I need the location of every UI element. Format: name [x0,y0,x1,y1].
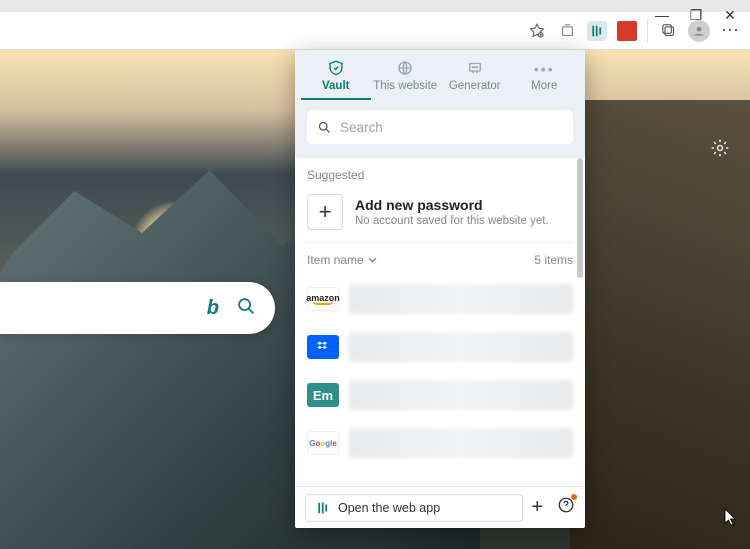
list-item[interactable]: Google [307,419,573,467]
popup-tab-bar: Vault This website Generator ••• More [295,50,585,100]
red-extension-icon[interactable] [617,21,637,41]
footer-add-button[interactable]: + [531,496,543,519]
tab-vault[interactable]: Vault [301,54,371,100]
tab-generator[interactable]: Generator [440,54,510,100]
help-button[interactable] [557,496,575,519]
sort-label: Item name [307,253,364,267]
tab-this-website-label: This website [373,80,437,92]
bing-logo-icon: b [207,297,219,320]
add-new-password-row[interactable]: + Add new password No account saved for … [307,190,573,243]
tab-this-website[interactable]: This website [371,54,441,100]
redacted-credential [349,380,573,410]
bing-search-bar[interactable]: b [0,282,275,334]
redacted-credential [349,428,573,458]
collections-icon[interactable] [557,21,577,41]
tab-more[interactable]: ••• More [510,56,580,100]
search-icon [317,120,332,135]
list-item[interactable] [307,323,573,371]
google-icon: Google [307,431,339,455]
tab-generator-label: Generator [449,80,501,92]
amazon-icon: amazon [307,287,339,311]
tab-vault-label: Vault [322,80,349,92]
popup-body: Suggested + Add new password No account … [295,158,585,486]
favorites-star-icon[interactable] [527,21,547,41]
tab-more-label: More [531,80,557,92]
search-icon[interactable] [235,295,257,322]
notification-dot-icon [571,494,577,500]
item-count: 5 items [534,253,573,267]
suggested-header: Suggested [307,158,573,190]
password-manager-popup: Vault This website Generator ••• More Su… [295,50,585,528]
open-web-app-label: Open the web app [338,501,440,515]
toolbar-separator [647,20,648,42]
open-web-app-button[interactable]: Open the web app [305,494,523,522]
more-dots-icon: ••• [534,61,555,77]
plus-icon: + [307,194,343,230]
mouse-cursor [724,508,738,531]
chevron-down-icon [368,257,377,263]
page-settings-gear-icon[interactable] [710,138,730,163]
popup-footer: Open the web app + [295,486,585,528]
redacted-credential [349,284,573,314]
em-icon: Em [307,383,339,407]
window-titlebar: — ❐ ✕ [0,0,750,12]
dropbox-icon [307,335,339,359]
redacted-credential [349,332,573,362]
window-close[interactable]: ✕ [724,9,736,21]
list-item[interactable]: amazon [307,275,573,323]
rock-texture [570,100,750,549]
add-new-title: Add new password [355,197,549,213]
sort-dropdown[interactable]: Item name [307,253,377,267]
popup-search-box[interactable] [307,110,573,144]
search-input[interactable] [340,120,563,135]
scrollbar[interactable] [577,158,583,278]
dashlane-small-icon [316,501,330,515]
items-list: amazon Em Google [307,275,573,467]
window-maximize[interactable]: ❐ [690,9,702,21]
add-new-subtitle: No account saved for this website yet. [355,215,549,227]
dashlane-extension-icon[interactable] [587,21,607,41]
window-minimize[interactable]: — [656,9,668,21]
popup-search-wrap [295,100,585,158]
browser-toolbar: ⋯ [0,12,750,50]
list-item[interactable]: Em [307,371,573,419]
sort-row: Item name 5 items [307,243,573,275]
